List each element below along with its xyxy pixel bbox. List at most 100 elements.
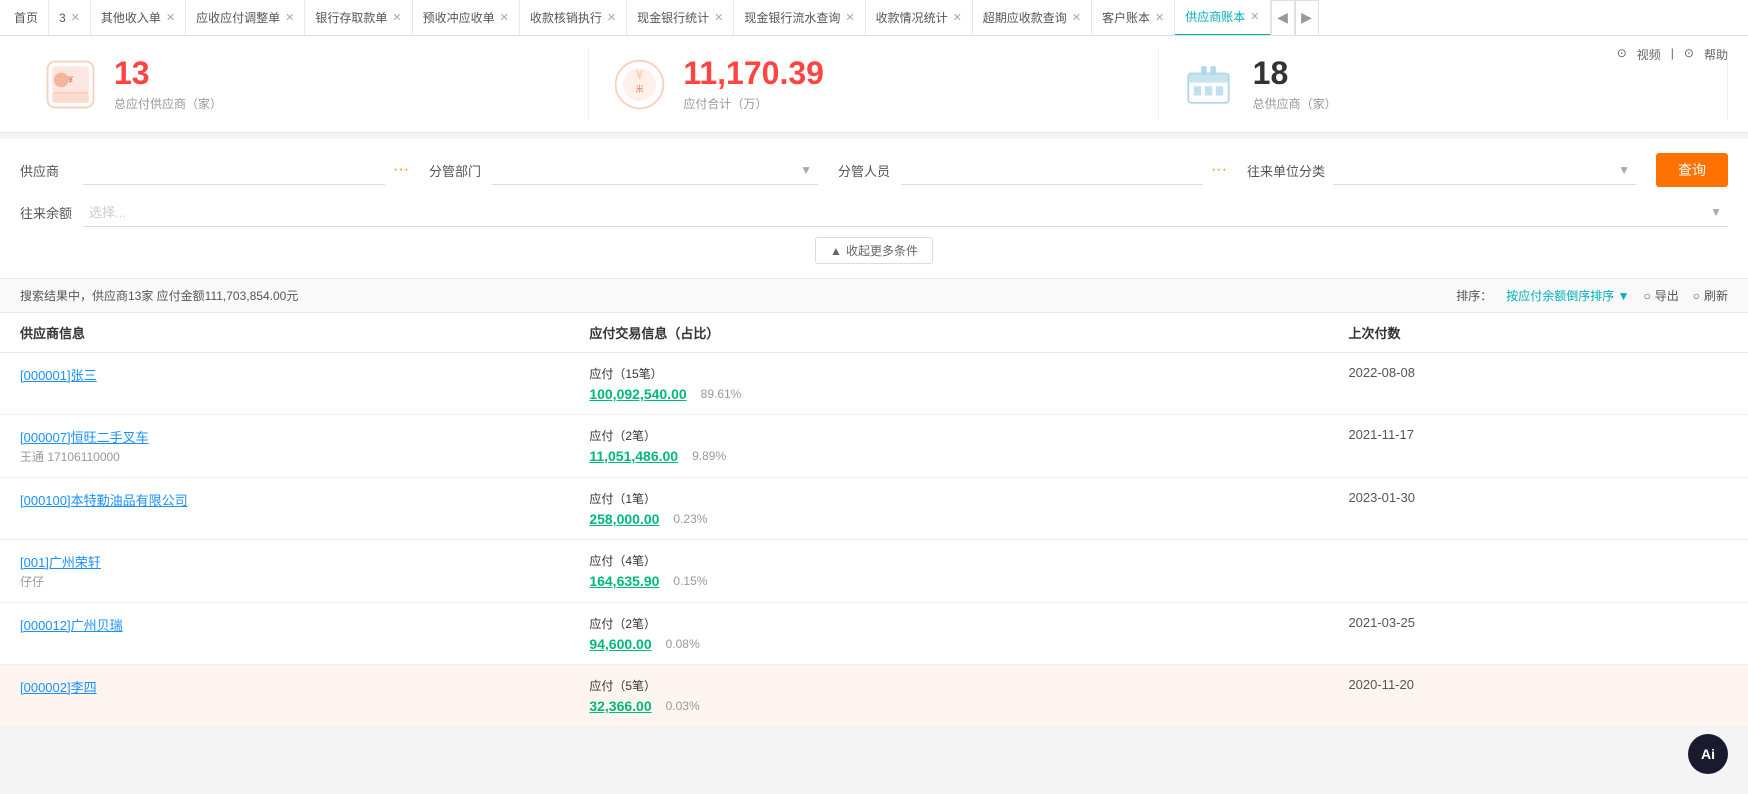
nav-tab-supplier-book[interactable]: 供应商账本 ✕ — [1175, 0, 1270, 36]
department-select[interactable]: ▼ — [492, 155, 818, 185]
nav-tab-3[interactable]: 3 ✕ — [49, 0, 91, 36]
pay-cell: 应付（1笔） 258,000.00 0.23% — [589, 490, 1348, 527]
nav-tab-recv-writeoff[interactable]: 收款核销执行 ✕ — [520, 0, 627, 36]
pay-amount[interactable]: 100,092,540.00 — [589, 386, 686, 402]
nav-tab-customer-book[interactable]: 客户账本 ✕ — [1092, 0, 1175, 36]
video-link[interactable]: 视频 — [1637, 46, 1661, 63]
payable-total-number: 11,170.39 — [683, 56, 824, 91]
person-input[interactable] — [901, 155, 1203, 185]
col-last-pay: 上次付数 — [1348, 323, 1728, 342]
pay-amount[interactable]: 164,635.90 — [589, 573, 659, 589]
pay-percent: 89.61% — [701, 387, 742, 401]
close-icon[interactable]: ✕ — [500, 11, 509, 24]
result-bar: 搜索结果中，供应商13家 应付金额111,703,854.00元 排序： 按应付… — [0, 278, 1748, 313]
top-right-links: ⊙ 视频 | ⊙ 帮助 — [1617, 46, 1728, 63]
chevron-down-icon: ▼ — [1710, 205, 1722, 219]
supplier-link[interactable]: [000001]张三 — [20, 368, 97, 383]
pay-amount[interactable]: 11,051,486.00 — [589, 448, 678, 464]
pay-percent: 0.15% — [673, 574, 707, 588]
nav-tab-home[interactable]: 首页 — [4, 0, 49, 36]
help-link[interactable]: 帮助 — [1704, 46, 1728, 63]
table-row: [001]广州荣轩 仔仔 应付（4笔） 164,635.90 0.15% — [0, 540, 1748, 603]
payable-suppliers-number: 13 — [114, 56, 222, 91]
close-icon[interactable]: ✕ — [1250, 10, 1259, 23]
pay-cell: 应付（4笔） 164,635.90 0.15% — [589, 552, 1348, 590]
sort-chevron-icon: ▼ — [1618, 289, 1630, 303]
close-icon[interactable]: ✕ — [1072, 11, 1081, 24]
last-pay-cell: 2021-11-17 — [1348, 427, 1728, 465]
pay-amount[interactable]: 94,600.00 — [589, 636, 651, 652]
table-row: [000002]李四 应付（5笔） 32,366.00 0.03% 2020-1… — [0, 665, 1748, 727]
close-icon[interactable]: ✕ — [714, 11, 723, 24]
collapse-icon: ▲ — [830, 244, 842, 258]
pay-cell: 应付（5笔） 32,366.00 0.03% — [589, 677, 1348, 714]
close-icon[interactable]: ✕ — [285, 11, 294, 24]
filter-row-2: 往来余额 选择... ▼ — [20, 197, 1728, 227]
last-pay-cell: 2022-08-08 — [1348, 365, 1728, 402]
nav-tab-overdue-query[interactable]: 超期应收款查询 ✕ — [973, 0, 1092, 36]
supplier-cell: [000007]恒旺二手叉车 王通 17106110000 — [20, 427, 589, 465]
balance-label: 往来余额 — [20, 203, 75, 222]
supplier-dots-icon[interactable]: ··· — [393, 161, 409, 179]
nav-next-arrow[interactable]: ▶ — [1295, 0, 1319, 36]
top-navigation: 首页 3 ✕ 其他收入单 ✕ 应收应付调整单 ✕ 银行存取款单 ✕ 预收冲应收单… — [0, 0, 1748, 36]
close-icon[interactable]: ✕ — [166, 11, 175, 24]
supplier-cell: [000100]本特勤油品有限公司 — [20, 490, 589, 527]
supplier-link[interactable]: [000100]本特勤油品有限公司 — [20, 493, 188, 508]
person-label: 分管人员 — [838, 161, 893, 180]
balance-select[interactable]: 选择... ▼ — [83, 197, 1728, 227]
supplier-icon-2: ¥ 米 — [609, 54, 669, 114]
pay-amount[interactable]: 258,000.00 — [589, 511, 659, 527]
svg-text:米: 米 — [635, 83, 643, 93]
ai-badge[interactable]: Ai — [1688, 734, 1728, 774]
table-row: [000012]广州贝瑞 应付（2笔） 94,600.00 0.08% 2021… — [0, 603, 1748, 665]
sort-value[interactable]: 按应付余额倒序排序 ▼ — [1506, 287, 1629, 304]
nav-tab-bank-deposit[interactable]: 银行存取款单 ✕ — [305, 0, 412, 36]
last-pay-cell — [1348, 552, 1728, 590]
nav-tab-advance-recv[interactable]: 预收冲应收单 ✕ — [413, 0, 520, 36]
nav-tab-cash-flow-query[interactable]: 现金银行流水查询 ✕ — [734, 0, 865, 36]
refresh-button[interactable]: ○ 刷新 — [1693, 287, 1728, 304]
supplier-link[interactable]: [001]广州荣轩 — [20, 555, 101, 570]
supplier-cell: [000001]张三 — [20, 365, 589, 402]
pay-cell: 应付（2笔） 94,600.00 0.08% — [589, 615, 1348, 652]
supplier-input[interactable] — [83, 155, 385, 185]
pay-cell: 应付（15笔） 100,092,540.00 89.61% — [589, 365, 1348, 402]
close-icon[interactable]: ✕ — [71, 11, 80, 24]
close-icon[interactable]: ✕ — [953, 11, 962, 24]
nav-tab-ar-ap-adjust[interactable]: 应收应付调整单 ✕ — [186, 0, 305, 36]
filter-row-1: 供应商 ··· 分管部门 ▼ 分管人员 ··· 往来单位分类 ▼ 查询 — [20, 153, 1728, 187]
category-select[interactable]: ▼ — [1333, 155, 1636, 185]
pay-cell: 应付（2笔） 11,051,486.00 9.89% — [589, 427, 1348, 465]
close-icon[interactable]: ✕ — [607, 11, 616, 24]
person-dots-icon[interactable]: ··· — [1211, 161, 1227, 179]
table-row: [000001]张三 应付（15笔） 100,092,540.00 89.61%… — [0, 353, 1748, 415]
export-button[interactable]: ○ 导出 — [1643, 287, 1678, 304]
nav-tab-other-income[interactable]: 其他收入单 ✕ — [91, 0, 186, 36]
filter-area: 供应商 ··· 分管部门 ▼ 分管人员 ··· 往来单位分类 ▼ 查询 — [0, 139, 1748, 278]
nav-tab-recv-stat[interactable]: 收款情况统计 ✕ — [866, 0, 973, 36]
pay-percent: 0.03% — [666, 699, 700, 713]
supplier-sub: 仔仔 — [20, 573, 589, 590]
close-icon[interactable]: ✕ — [1155, 11, 1164, 24]
supplier-sub: 王通 17106110000 — [20, 448, 589, 465]
stat-payable-total: ¥ 米 11,170.39 应付合计（万） — [589, 48, 1158, 120]
collapse-button[interactable]: ▲ 收起更多条件 — [815, 237, 933, 264]
supplier-link[interactable]: [000007]恒旺二手叉车 — [20, 430, 149, 445]
filter-department: 分管部门 ▼ — [429, 155, 818, 185]
supplier-link[interactable]: [000002]李四 — [20, 680, 97, 695]
pay-amount[interactable]: 32,366.00 — [589, 698, 651, 714]
result-summary: 搜索结果中，供应商13家 应付金额111,703,854.00元 — [20, 287, 298, 304]
sort-label: 排序： — [1456, 287, 1492, 304]
close-icon[interactable]: ✕ — [392, 11, 401, 24]
nav-tab-cash-bank-stat[interactable]: 现金银行统计 ✕ — [627, 0, 734, 36]
close-icon[interactable]: ✕ — [845, 11, 854, 24]
department-label: 分管部门 — [429, 161, 484, 180]
chevron-down-icon: ▼ — [800, 163, 812, 177]
search-button[interactable]: 查询 — [1656, 153, 1728, 187]
supplier-cell: [001]广州荣轩 仔仔 — [20, 552, 589, 590]
nav-prev-arrow[interactable]: ◀ — [1271, 0, 1295, 36]
supplier-link[interactable]: [000012]广州贝瑞 — [20, 618, 123, 633]
supplier-cell: [000002]李四 — [20, 677, 589, 714]
col-supplier-info: 供应商信息 — [20, 323, 589, 342]
